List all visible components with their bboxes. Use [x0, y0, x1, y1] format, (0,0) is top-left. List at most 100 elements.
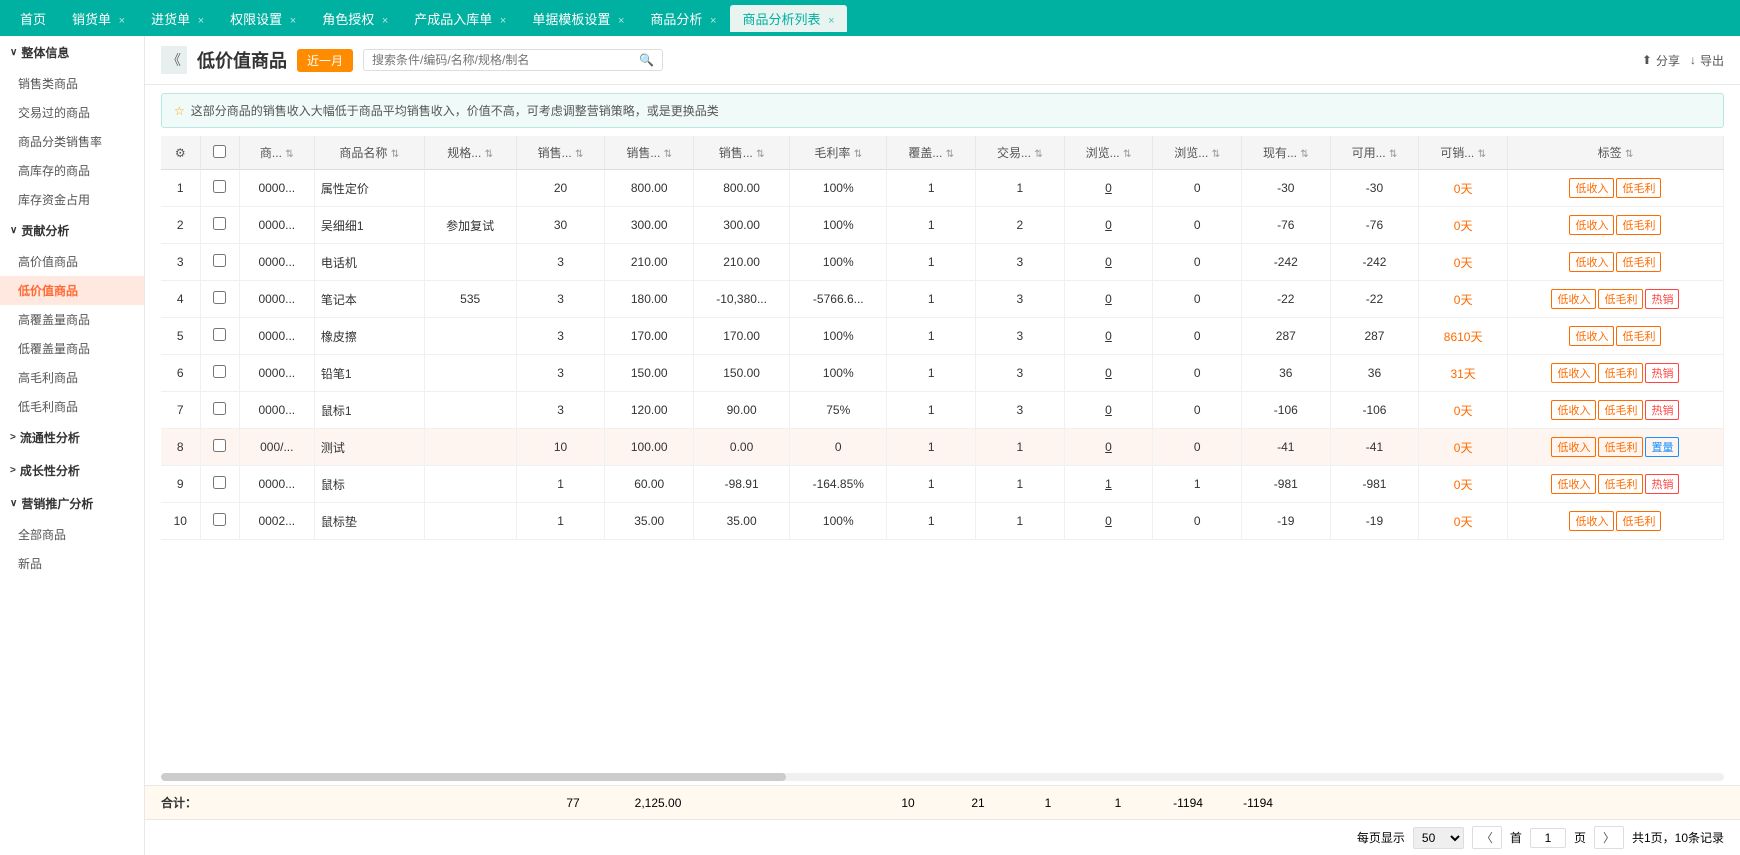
sidebar-item-all-products[interactable]: 全部商品: [0, 520, 144, 549]
row-select-checkbox[interactable]: [213, 402, 226, 415]
export-button[interactable]: ↓ 导出: [1690, 52, 1724, 69]
col-name[interactable]: 商品名称 ⇅: [314, 136, 424, 170]
sidebar-item-high-stock[interactable]: 高库存的商品: [0, 156, 144, 185]
row-select-checkbox[interactable]: [213, 476, 226, 489]
row-view1[interactable]: 0: [1064, 355, 1153, 392]
sidebar-item-low-coverage[interactable]: 低覆盖量商品: [0, 334, 144, 363]
row-view1[interactable]: 0: [1064, 429, 1153, 466]
nav-item-home[interactable]: 首页: [8, 5, 58, 32]
row-checkbox[interactable]: [200, 392, 239, 429]
col-deal[interactable]: 交易... ⇅: [976, 136, 1065, 170]
row-spec: 535: [424, 281, 516, 318]
row-checkbox[interactable]: [200, 207, 239, 244]
row-select-checkbox[interactable]: [213, 365, 226, 378]
row-checkbox[interactable]: [200, 170, 239, 207]
nav-item-product-entry[interactable]: 产成品入库单 ×: [402, 5, 518, 32]
nav-item-analysis-list[interactable]: 商品分析列表 ×: [730, 5, 846, 32]
search-box: 🔍: [363, 49, 663, 71]
sidebar-item-high-profit[interactable]: 高毛利商品: [0, 363, 144, 392]
row-checkbox[interactable]: [200, 503, 239, 540]
col-stock2[interactable]: 可用... ⇅: [1330, 136, 1419, 170]
row-checkbox[interactable]: [200, 244, 239, 281]
nav-item-permissions[interactable]: 权限设置 ×: [218, 5, 308, 32]
col-qty[interactable]: 销售... ⇅: [516, 136, 605, 170]
col-view2[interactable]: 浏览... ⇅: [1153, 136, 1242, 170]
sidebar-item-traded[interactable]: 交易过的商品: [0, 98, 144, 127]
row-checkbox[interactable]: [200, 318, 239, 355]
sidebar-item-new-products[interactable]: 新品: [0, 549, 144, 578]
page-label: 首: [1510, 829, 1522, 846]
row-cov: 1: [887, 281, 976, 318]
sidebar-section-marketing[interactable]: ∨ 营销推广分析: [0, 487, 144, 520]
row-deal: 2: [976, 207, 1065, 244]
share-button[interactable]: ⬆ 分享: [1642, 52, 1680, 69]
sidebar-section-contribution[interactable]: ∨ 贡献分析: [0, 214, 144, 247]
row-deal: 3: [976, 281, 1065, 318]
nav-item-analysis[interactable]: 商品分析 ×: [638, 5, 728, 32]
sidebar-section-flow[interactable]: > 流通性分析: [0, 421, 144, 454]
col-code[interactable]: 商... ⇅: [239, 136, 314, 170]
row-view1[interactable]: 0: [1064, 207, 1153, 244]
col-cov[interactable]: 覆盖... ⇅: [887, 136, 976, 170]
col-spec[interactable]: 规格... ⇅: [424, 136, 516, 170]
nav-item-purchase[interactable]: 进货单 ×: [139, 5, 216, 32]
first-page-button[interactable]: 〈: [1472, 826, 1502, 849]
sidebar-item-low-value[interactable]: 低价值商品: [0, 276, 144, 305]
nav-item-template[interactable]: 单据模板设置 ×: [520, 5, 636, 32]
row-sale2: 800.00: [694, 170, 790, 207]
row-cov: 1: [887, 429, 976, 466]
row-select-checkbox[interactable]: [213, 254, 226, 267]
col-view1[interactable]: 浏览... ⇅: [1064, 136, 1153, 170]
select-all-checkbox[interactable]: [213, 145, 226, 158]
col-sale2[interactable]: 销售... ⇅: [694, 136, 790, 170]
top-nav: 首页 销货单 × 进货单 × 权限设置 × 角色授权 × 产成品入库单 × 单据…: [0, 0, 1740, 36]
sidebar-item-high-coverage[interactable]: 高覆盖量商品: [0, 305, 144, 334]
sidebar-item-high-value[interactable]: 高价值商品: [0, 247, 144, 276]
row-view1[interactable]: 0: [1064, 318, 1153, 355]
row-view1[interactable]: 0: [1064, 281, 1153, 318]
col-tags[interactable]: 标签 ⇅: [1507, 136, 1723, 170]
row-checkbox[interactable]: [200, 281, 239, 318]
col-stock1[interactable]: 现有... ⇅: [1241, 136, 1330, 170]
row-select-checkbox[interactable]: [213, 180, 226, 193]
sidebar-item-low-profit[interactable]: 低毛利商品: [0, 392, 144, 421]
row-select-checkbox[interactable]: [213, 439, 226, 452]
col-settings[interactable]: ⚙: [161, 136, 200, 170]
row-view1[interactable]: 1: [1064, 466, 1153, 503]
row-checkbox[interactable]: [200, 429, 239, 466]
sidebar-item-stock-capital[interactable]: 库存资金占用: [0, 185, 144, 214]
sidebar-section-overall[interactable]: ∨ 整体信息: [0, 36, 144, 69]
col-checkbox[interactable]: [200, 136, 239, 170]
footer-margin: [793, 796, 873, 810]
col-sale1[interactable]: 销售... ⇅: [605, 136, 694, 170]
row-select-checkbox[interactable]: [213, 217, 226, 230]
search-input[interactable]: [372, 53, 635, 67]
row-select-checkbox[interactable]: [213, 291, 226, 304]
sidebar-section-growth[interactable]: > 成长性分析: [0, 454, 144, 487]
row-code: 0000...: [239, 170, 314, 207]
row-deal: 3: [976, 392, 1065, 429]
row-stock2: -981: [1330, 466, 1419, 503]
page-number-input[interactable]: [1530, 828, 1566, 848]
row-select-checkbox[interactable]: [213, 328, 226, 341]
collapse-sidebar-button[interactable]: 《: [161, 46, 187, 74]
row-checkbox[interactable]: [200, 355, 239, 392]
row-select-checkbox[interactable]: [213, 513, 226, 526]
sidebar-item-sales-products[interactable]: 销售类商品: [0, 69, 144, 98]
row-checkbox[interactable]: [200, 466, 239, 503]
nav-item-sales[interactable]: 销货单 ×: [60, 5, 137, 32]
row-view1[interactable]: 0: [1064, 503, 1153, 540]
per-page-select[interactable]: 50 100: [1413, 827, 1464, 849]
row-view1[interactable]: 0: [1064, 170, 1153, 207]
col-days[interactable]: 可销... ⇅: [1419, 136, 1508, 170]
nav-item-roles[interactable]: 角色授权 ×: [310, 5, 400, 32]
next-page-button[interactable]: 〉: [1594, 826, 1624, 849]
horizontal-scrollbar[interactable]: [161, 773, 1724, 781]
row-tags: 低收入低毛利: [1507, 503, 1723, 540]
col-margin[interactable]: 毛利率 ⇅: [790, 136, 887, 170]
row-view1[interactable]: 0: [1064, 244, 1153, 281]
sidebar-item-category-rate[interactable]: 商品分类销售率: [0, 127, 144, 156]
row-view1[interactable]: 0: [1064, 392, 1153, 429]
page-separator: 页: [1574, 829, 1586, 846]
filter-button[interactable]: 近一月: [297, 49, 353, 72]
